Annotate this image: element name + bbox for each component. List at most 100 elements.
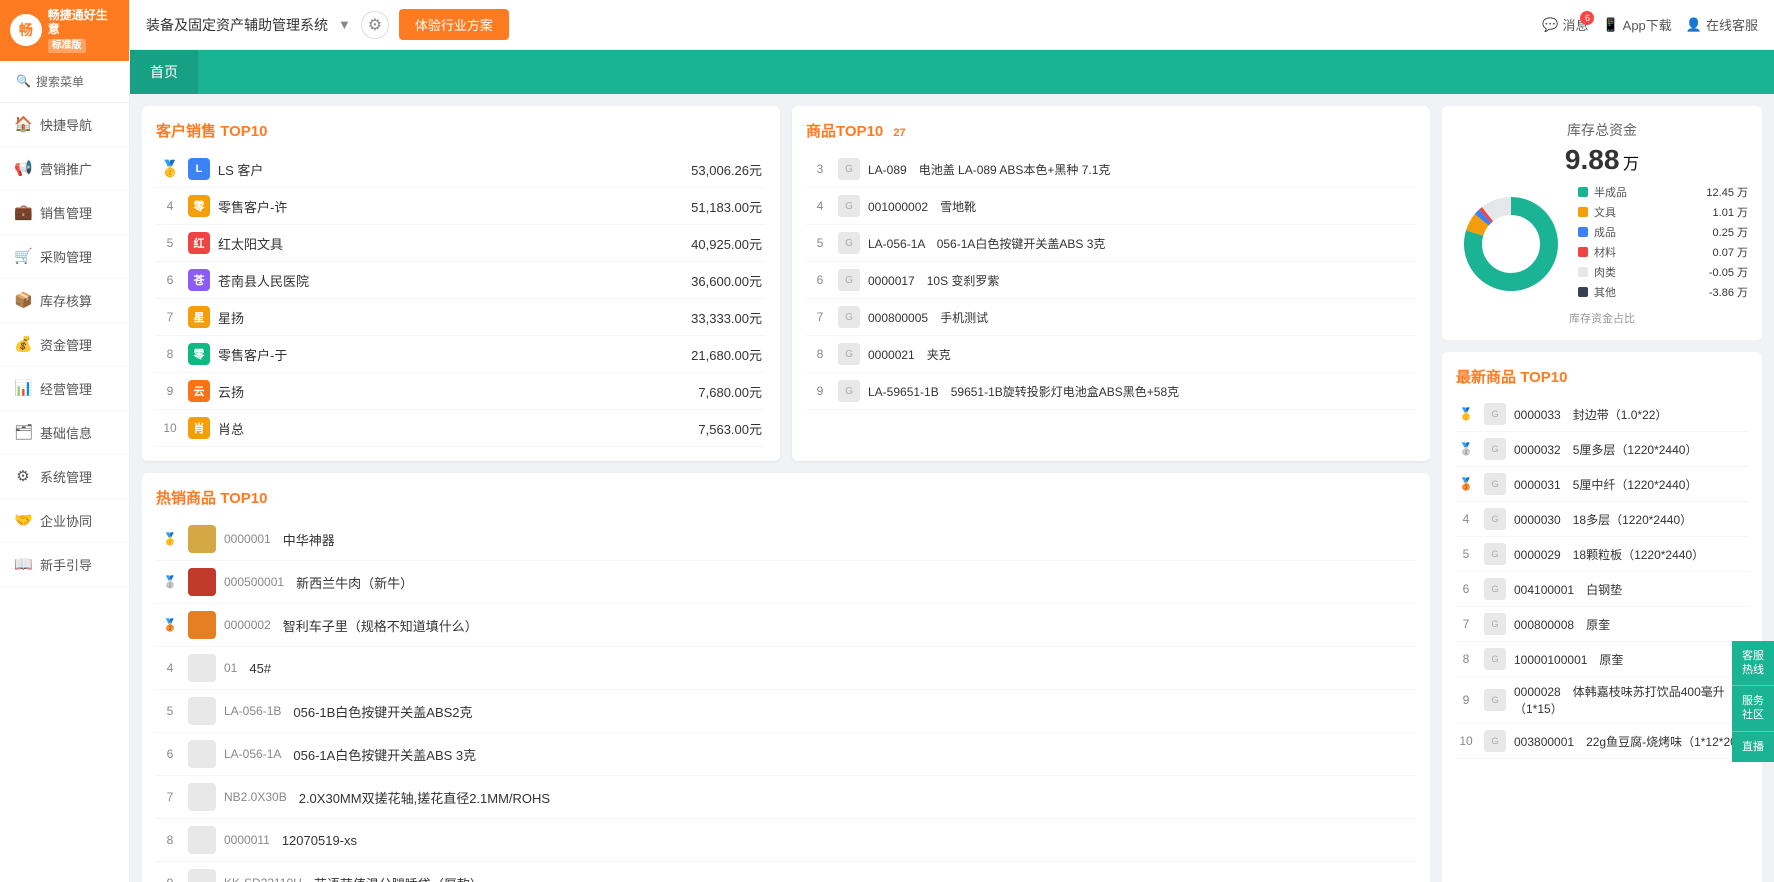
table-row: 9 云 云扬 7,680.00元: [156, 373, 766, 410]
rank-medal-icon: 🥇: [160, 532, 180, 546]
app-download-button[interactable]: 📱 App下载: [1602, 15, 1671, 34]
table-row: 10 肖 肖总 7,563.00元: [156, 410, 766, 447]
list-item: 7 NB2.0X30B 2.0X30MM双搓花轴,搓花直径2.1MM/ROHS: [156, 776, 1416, 819]
settings-button[interactable]: ⚙: [361, 11, 389, 39]
avatar: 零: [188, 195, 210, 217]
table-row: 5 G LA-056-1A 056-1A白色按键开关盖ABS 3克: [806, 225, 1416, 262]
product-thumbnail: G: [838, 343, 860, 365]
product-thumbnail: G: [1484, 730, 1506, 752]
avatar: 星: [188, 306, 210, 328]
new-products-card: 最新商品 TOP10 🥇 G 0000033 封边带（1.0*22） 🥈: [1442, 352, 1762, 882]
messages-button[interactable]: 💬 消息 6: [1542, 15, 1588, 34]
table-row: 7 星 星扬 33,333.00元: [156, 299, 766, 336]
list-item: 6 LA-056-1A 056-1A白色按键开关盖ABS 3克: [156, 733, 1416, 776]
table-row: 3 G LA-089 电池盖 LA-089 ABS本色+黑种 7.1克: [806, 151, 1416, 188]
trial-button[interactable]: 体验行业方案: [399, 9, 509, 40]
coop-icon: 🤝: [14, 511, 32, 529]
avatar: 云: [188, 380, 210, 402]
list-item: 🥉 0000002 智利车子里（规格不知道填什么）: [156, 604, 1416, 647]
search-menu-button[interactable]: 🔍 搜索菜单: [10, 69, 119, 94]
top-cards-row: 客户销售 TOP10 🥇 L LS 客户 53,006.26元 4: [142, 106, 1430, 461]
table-row: 9 G LA-59651-1B 59651-1B旋转投影灯电池盒ABS黑色+58…: [806, 373, 1416, 410]
sidebar-nav-item-guide[interactable]: 📖 新手引导: [0, 543, 129, 587]
system-icon: ⚙: [14, 467, 32, 485]
product-thumbnail: G: [1484, 689, 1506, 711]
live-stream-button[interactable]: 直播: [1732, 732, 1774, 762]
sidebar-nav-item-home[interactable]: 🏠 快捷导航: [0, 103, 129, 147]
list-item: 5 LA-056-1B 056-1B白色按键开关盖ABS2克: [156, 690, 1416, 733]
product-thumbnail: G: [838, 195, 860, 217]
inventory-card: 库存总资金 9.88 万: [1442, 106, 1762, 340]
dropdown-icon[interactable]: ▼: [338, 17, 351, 32]
new-products-title: 最新商品 TOP10: [1456, 366, 1748, 387]
sidebar-nav-item-system[interactable]: ⚙ 系统管理: [0, 455, 129, 499]
legend-item: 肉类 -0.05 万: [1578, 264, 1748, 280]
table-row: 8 零 零售客户-于 21,680.00元: [156, 336, 766, 373]
service-community-button[interactable]: 服务社区: [1732, 686, 1774, 732]
legend-dot: [1578, 207, 1588, 217]
list-item: 🥈 000500001 新西兰牛肉（新牛）: [156, 561, 1416, 604]
sales-icon: 💼: [14, 203, 32, 221]
management-icon: 📊: [14, 379, 32, 397]
main-content: 装备及固定资产辅助管理系统 ▼ ⚙ 体验行业方案 💬 消息 6 📱 App下载 …: [130, 0, 1774, 882]
list-item: 4 01 45#: [156, 647, 1416, 690]
product-thumbnail: G: [838, 306, 860, 328]
product-thumbnail: G: [1484, 438, 1506, 460]
basics-icon: 🗂: [14, 423, 32, 441]
product-thumbnail: G: [1484, 473, 1506, 495]
legend-dot: [1578, 187, 1588, 197]
table-row: 6 G 0000017 10S 变刹罗紫: [806, 262, 1416, 299]
legend-item: 文具 1.01 万: [1578, 204, 1748, 220]
sidebar-nav-item-sales[interactable]: 💼 销售管理: [0, 191, 129, 235]
table-row: 4 G 001000002 雪地靴: [806, 188, 1416, 225]
mobile-icon: 📱: [1602, 17, 1618, 33]
product-rankings-title: 商品TOP10 27: [806, 120, 1416, 141]
table-row: 6 苍 苍南县人民医院 36,600.00元: [156, 262, 766, 299]
content-area: 客户销售 TOP10 🥇 L LS 客户 53,006.26元 4: [130, 94, 1774, 882]
table-row: 4 零 零售客户-许 51,183.00元: [156, 188, 766, 225]
sidebar-nav-item-inventory[interactable]: 📦 库存核算: [0, 279, 129, 323]
list-item: 6 G 004100001 白钢垫: [1456, 572, 1748, 607]
sidebar-nav-item-purchase[interactable]: 🛒 采购管理: [0, 235, 129, 279]
search-menu-area[interactable]: 🔍 搜索菜单: [0, 61, 129, 103]
sidebar-nav-item-finance[interactable]: 💰 资金管理: [0, 323, 129, 367]
rank-medal-icon: 🥇: [1456, 407, 1476, 421]
product-thumbnail: G: [1484, 578, 1506, 600]
online-service-button[interactable]: 👤 在线客服: [1686, 15, 1758, 34]
sidebar-nav-item-marketing[interactable]: 📢 营销推广: [0, 147, 129, 191]
marketing-icon: 📢: [14, 159, 32, 177]
list-item: 🥇 0000001 中华神器: [156, 518, 1416, 561]
product-thumbnail: G: [1484, 508, 1506, 530]
sidebar-nav-item-management[interactable]: 📊 经营管理: [0, 367, 129, 411]
home-tab[interactable]: 首页: [130, 50, 198, 94]
list-item: 10 G 003800001 22g鱼豆腐-烧烤味（1*12*20）: [1456, 724, 1748, 759]
sidebar-logo: 畅 畅捷通好生意 标准版: [0, 0, 129, 61]
legend-dot: [1578, 227, 1588, 237]
logo-title: 畅捷通好生意: [48, 8, 119, 37]
sidebar-nav-item-coop[interactable]: 🤝 企业协同: [0, 499, 129, 543]
product-thumbnail: [188, 869, 216, 882]
main-columns: 客户销售 TOP10 🥇 L LS 客户 53,006.26元 4: [142, 106, 1762, 882]
customer-service-button[interactable]: 客服热线: [1732, 641, 1774, 687]
hot-products-title: 热销商品 TOP10: [156, 487, 1416, 508]
inventory-icon: 📦: [14, 291, 32, 309]
list-item: 9 G 0000028 体韩嘉枝味苏打饮品400毫升（1*15）: [1456, 677, 1748, 724]
legend-dot: [1578, 287, 1588, 297]
topbar: 装备及固定资产辅助管理系统 ▼ ⚙ 体验行业方案 💬 消息 6 📱 App下载 …: [130, 0, 1774, 50]
product-thumbnail: G: [838, 380, 860, 402]
product-thumbnail: [188, 525, 216, 553]
donut-chart: [1456, 189, 1566, 299]
avatar: 肖: [188, 417, 210, 439]
inventory-subtitle: 库存资金占比: [1456, 310, 1748, 326]
finance-icon: 💰: [14, 335, 32, 353]
hot-products-list: 🥇 0000001 中华神器 🥈 000500001 新西兰牛肉（新牛）: [156, 518, 1416, 882]
product-thumbnail: G: [838, 158, 860, 180]
rank-medal-icon: 🥈: [160, 575, 180, 589]
list-item: 🥈 G 0000032 5厘多层（1220*2440）: [1456, 432, 1748, 467]
avatar: L: [188, 158, 210, 180]
product-thumbnail: [188, 740, 216, 768]
customer-rankings-card: 客户销售 TOP10 🥇 L LS 客户 53,006.26元 4: [142, 106, 780, 461]
logo-sub: 标准版: [48, 39, 86, 53]
sidebar-nav-item-basics[interactable]: 🗂 基础信息: [0, 411, 129, 455]
product-thumbnail: [188, 826, 216, 854]
